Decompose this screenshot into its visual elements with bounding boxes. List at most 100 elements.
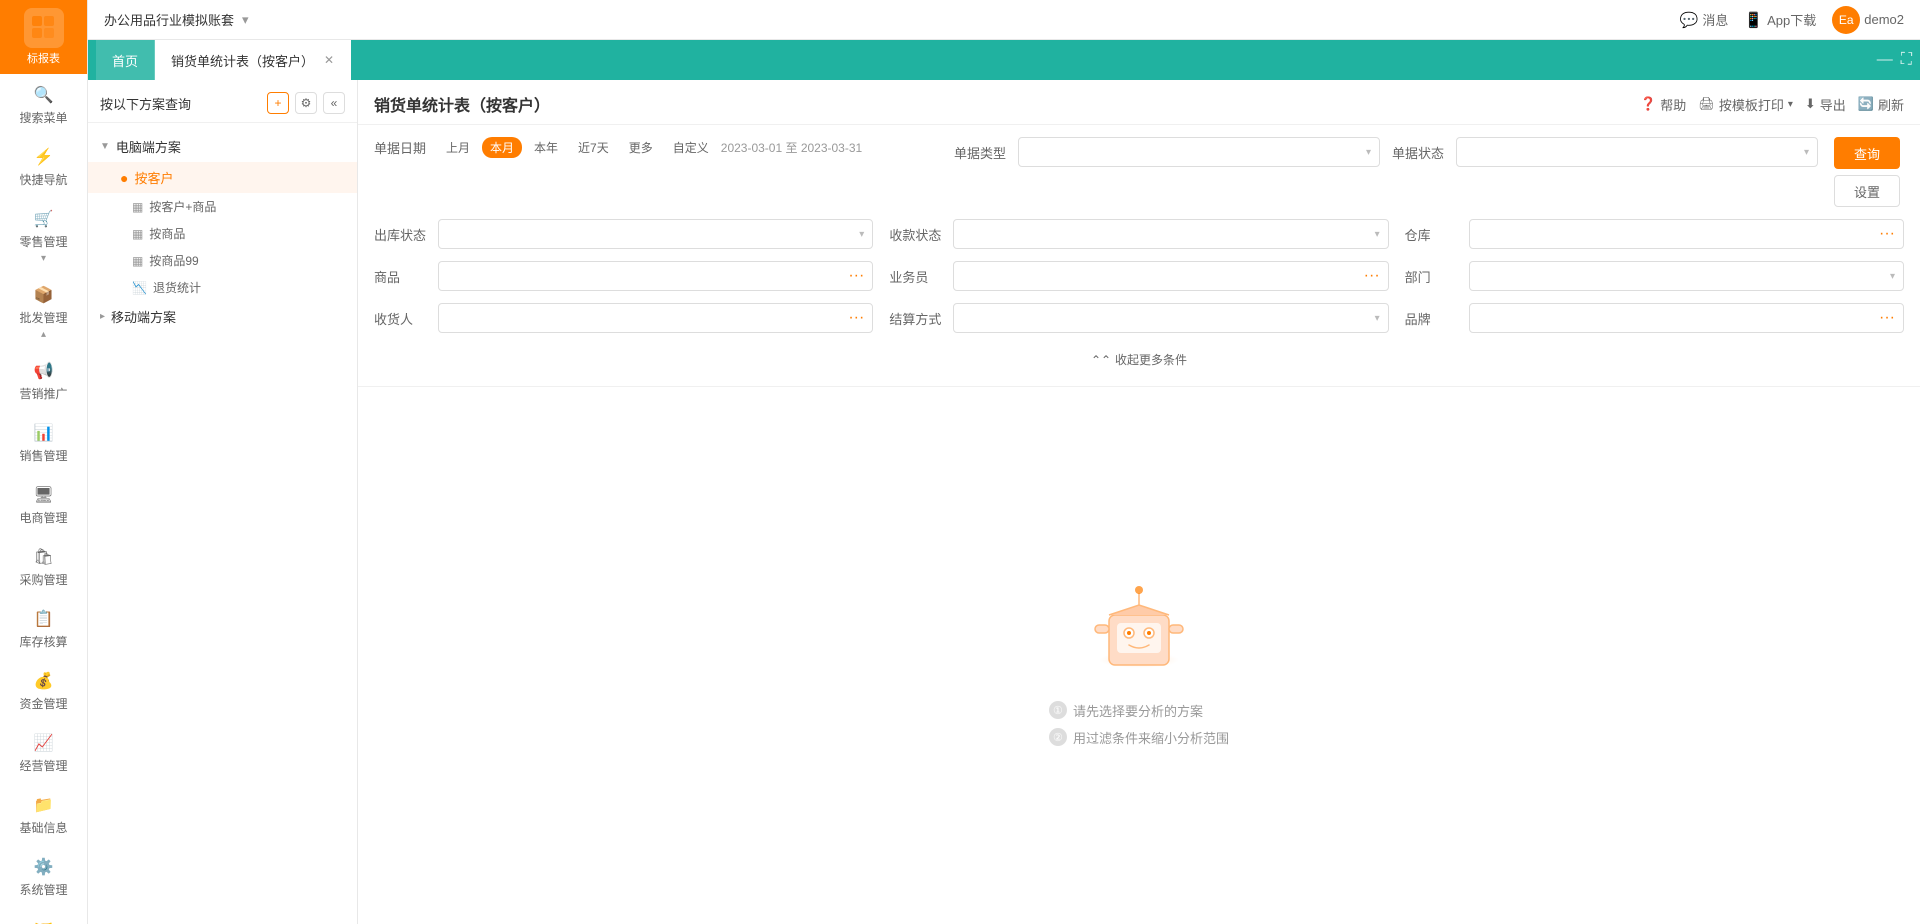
tree-group-mobile: ▸ 移动端方案 [88, 301, 357, 332]
tab-sales-stats[interactable]: 销货单统计表（按客户） ✕ [155, 40, 351, 80]
tree-item-by-customer-product[interactable]: ▦ 按客户+商品 [88, 193, 357, 220]
tab-close-btn[interactable]: ✕ [324, 53, 334, 67]
shortcut-7days[interactable]: 近7天 [570, 137, 617, 158]
mobile-group-arrow: ▸ [100, 311, 105, 322]
out-status-arrow: ▾ [859, 229, 864, 240]
message-icon: 💬 [1680, 11, 1699, 29]
order-type-select[interactable]: ▾ [1018, 137, 1380, 167]
query-btn[interactable]: 查询 [1834, 137, 1900, 169]
filter-collapse-btn[interactable]: « [323, 92, 345, 114]
page-title-bar: 销货单统计表（按客户） ❓ 帮助 🖨 按模板打印 ▾ ⬇ 导出 [358, 80, 1920, 125]
empty-state: ① 请先选择要分析的方案 ② 用过滤条件来缩小分析范围 [358, 387, 1920, 924]
settlement-select[interactable]: ▾ [953, 303, 1388, 333]
shortcut-this-year[interactable]: 本年 [526, 137, 566, 158]
settlement-arrow: ▾ [1375, 313, 1380, 324]
user-profile[interactable]: Ea demo2 [1832, 6, 1904, 34]
download-icon: 📱 [1744, 11, 1763, 29]
filter-add-btn[interactable]: + [267, 92, 289, 114]
order-status-label: 单据状态 [1392, 143, 1448, 162]
sidebar-item-quick-nav[interactable]: ⚡ 快捷导航 [0, 136, 87, 198]
message-btn[interactable]: 💬 消息 [1680, 10, 1729, 29]
tree-item-by-product[interactable]: ▦ 按商品 [88, 220, 357, 247]
payment-status-select[interactable]: ▾ [953, 219, 1388, 249]
header-right: 💬 消息 📱 App下载 Ea demo2 [1680, 6, 1904, 34]
tab-minimize-btn[interactable]: — [1877, 51, 1893, 69]
app-download-btn[interactable]: 📱 App下载 [1744, 10, 1816, 29]
sidebar-item-ecommerce[interactable]: 🖥 电商管理 [0, 474, 87, 536]
sidebar-item-operations[interactable]: 📈 经营管理 [0, 722, 87, 784]
tab-maximize-btn[interactable]: ⛶ [1901, 51, 1912, 69]
sidebar-item-basic-info[interactable]: 📁 基础信息 [0, 784, 87, 846]
sidebar-item-finance[interactable]: 💰 资金管理 [0, 660, 87, 722]
out-status-label: 出库状态 [374, 225, 430, 244]
brand-field: 品牌 ··· [1405, 303, 1904, 333]
warehouse-select[interactable]: ··· [1469, 219, 1904, 249]
brand-select[interactable]: ··· [1469, 303, 1904, 333]
date-label: 单据日期 [374, 138, 430, 157]
tree-item-return-stats[interactable]: 📉 退货统计 [88, 274, 357, 301]
order-status-select[interactable]: ▾ [1456, 137, 1818, 167]
help-btn[interactable]: ❓ 帮助 [1640, 95, 1686, 114]
desktop-group-arrow: ▼ [100, 141, 110, 152]
quick-nav-icon: ⚡ [33, 146, 55, 168]
consignee-select[interactable]: ··· [438, 303, 873, 333]
sidebar: 标报表 🔍 搜索菜单 ⚡ 快捷导航 🛒 零售管理 ▾ 📦 批发管理 ▴ 📢 营销… [0, 0, 88, 924]
empty-text-item-1: ① 请先选择要分析的方案 [1049, 701, 1203, 720]
product-select[interactable]: ··· [438, 261, 873, 291]
tree-item-by-customer[interactable]: ● 按客户 [88, 162, 357, 193]
header-left: 办公用品行业模拟账套 ▾ [104, 10, 249, 29]
out-status-select[interactable]: ▾ [438, 219, 873, 249]
tab-bar: 首页 销货单统计表（按客户） ✕ — ⛶ [88, 40, 1920, 80]
settings-btn[interactable]: 设置 [1834, 175, 1900, 207]
consignee-dots: ··· [848, 309, 864, 327]
filter-header: 按以下方案查询 + ⚙ « [88, 80, 357, 123]
tree-item-by-product-99[interactable]: ▦ 按商品99 [88, 247, 357, 274]
consignee-label: 收货人 [374, 309, 430, 328]
by-product-icon: ▦ [132, 227, 143, 241]
search-menu-icon: 🔍 [33, 84, 55, 106]
app-title-dropdown[interactable]: ▾ [242, 12, 249, 28]
order-type-label: 单据类型 [954, 143, 1010, 162]
filter-tree: ▼ 电脑端方案 ● 按客户 ▦ 按客户+商品 ▦ 按商品 [88, 123, 357, 924]
sidebar-item-enterprise[interactable]: 🤝 企业协同 [0, 908, 87, 924]
ecommerce-icon: 🖥 [33, 484, 55, 506]
sidebar-item-retail[interactable]: 🛒 零售管理 ▾ [0, 198, 87, 274]
marketing-icon: 📢 [33, 360, 55, 382]
refresh-btn[interactable]: 🔄 刷新 [1858, 95, 1904, 114]
logo[interactable]: 标报表 [0, 0, 87, 74]
department-select[interactable]: ▾ [1469, 261, 1904, 291]
filter-title: 按以下方案查询 [100, 94, 191, 113]
date-range: 2023-03-01 至 2023-03-31 [721, 139, 862, 156]
inventory-icon: 📋 [33, 608, 55, 630]
sidebar-item-wholesale[interactable]: 📦 批发管理 ▴ [0, 274, 87, 350]
tab-bar-actions: — ⛶ [1877, 51, 1912, 69]
order-type-field: 单据类型 ▾ [954, 137, 1380, 167]
tree-group-desktop-header[interactable]: ▼ 电脑端方案 [88, 131, 357, 162]
tree-group-desktop: ▼ 电脑端方案 ● 按客户 ▦ 按客户+商品 ▦ 按商品 [88, 131, 357, 301]
sidebar-item-system[interactable]: ⚙️ 系统管理 [0, 846, 87, 908]
shortcut-last-month[interactable]: 上月 [438, 137, 478, 158]
department-field: 部门 ▾ [1405, 261, 1904, 291]
export-btn[interactable]: ⬇ 导出 [1805, 95, 1846, 114]
out-status-field: 出库状态 ▾ [374, 219, 873, 249]
tree-group-mobile-header[interactable]: ▸ 移动端方案 [88, 301, 357, 332]
template-print-btn[interactable]: 🖨 按模板打印 ▾ [1698, 95, 1793, 114]
shortcut-more[interactable]: 更多 [621, 137, 661, 158]
purchase-icon: 🛍 [33, 546, 55, 568]
sidebar-item-marketing[interactable]: 📢 营销推广 [0, 350, 87, 412]
sidebar-item-sales[interactable]: 📊 销售管理 [0, 412, 87, 474]
filter-settings-btn[interactable]: ⚙ [295, 92, 317, 114]
date-shortcuts: 上月 本月 本年 近7天 更多 自定义 2023-03-01 至 2023-03… [438, 137, 942, 158]
by-customer-product-icon: ▦ [132, 200, 143, 214]
sidebar-item-search-menu[interactable]: 🔍 搜索菜单 [0, 74, 87, 136]
salesperson-select[interactable]: ··· [953, 261, 1388, 291]
sidebar-item-purchase[interactable]: 🛍 采购管理 [0, 536, 87, 598]
shortcut-custom[interactable]: 自定义 [665, 137, 717, 158]
by-customer-icon: ● [120, 170, 128, 186]
step-1-badge: ① [1049, 701, 1067, 719]
sidebar-item-inventory[interactable]: 📋 库存核算 [0, 598, 87, 660]
collapse-btn[interactable]: ⌃⌃ 收起更多条件 [374, 345, 1904, 374]
tab-home[interactable]: 首页 [96, 40, 155, 80]
enterprise-icon: 🤝 [33, 918, 55, 924]
shortcut-this-month[interactable]: 本月 [482, 137, 522, 158]
